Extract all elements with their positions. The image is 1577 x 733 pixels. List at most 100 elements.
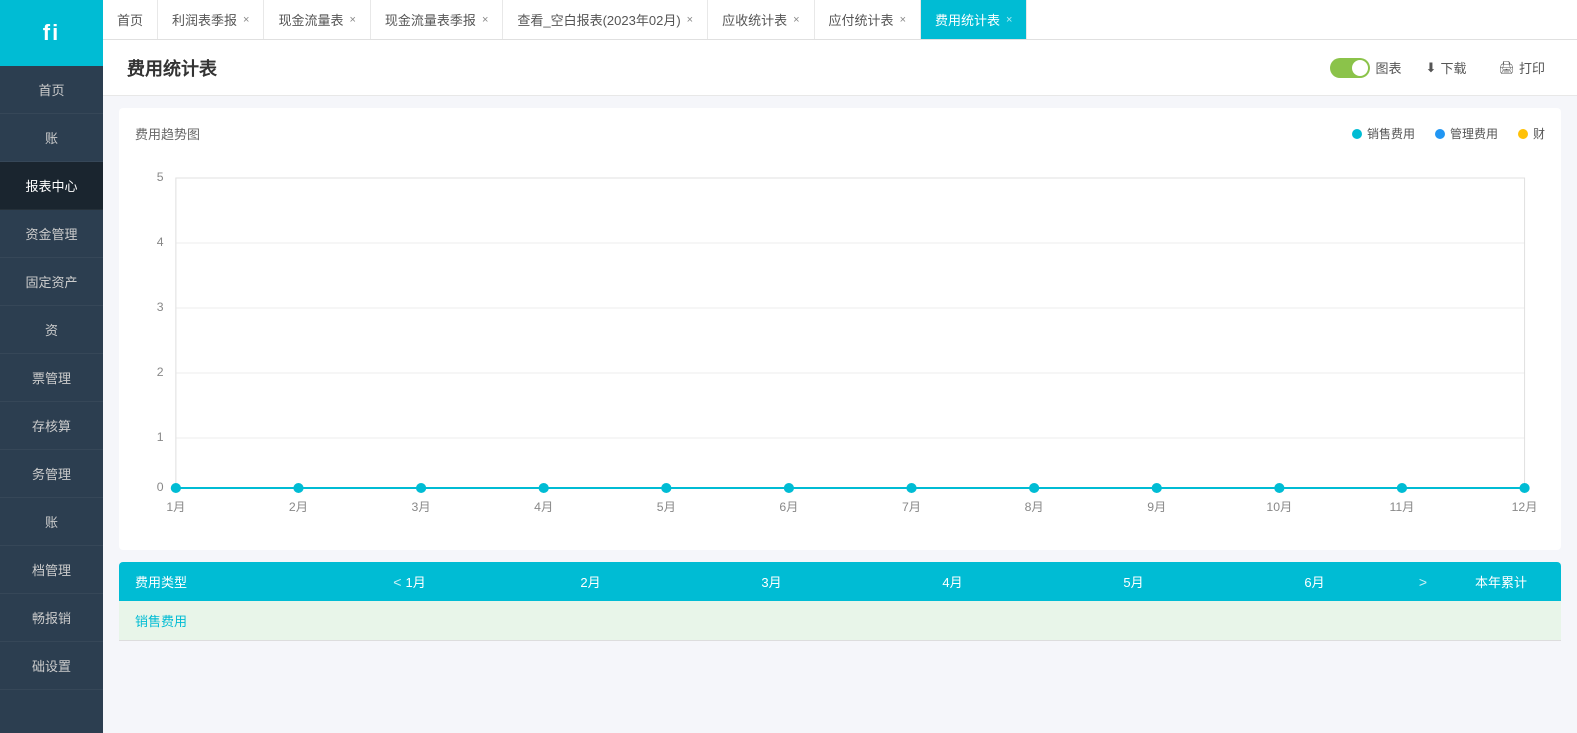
sidebar-item-file-mgmt[interactable]: 档管理 xyxy=(0,546,103,594)
chart-toggle-wrapper: 图表 xyxy=(1330,58,1402,78)
sidebar-item-base-settings[interactable]: 础设置 xyxy=(0,642,103,690)
svg-text:2月: 2月 xyxy=(289,500,308,514)
chart-dot xyxy=(661,483,671,493)
tab-cash-flow-label: 现金流量表 xyxy=(278,10,343,29)
sidebar-item-service-mgmt[interactable]: 务管理 xyxy=(0,450,103,498)
tab-expense-stats-close[interactable]: × xyxy=(1006,14,1012,26)
tab-cash-flow-close[interactable]: × xyxy=(349,14,355,26)
td-col2 xyxy=(500,601,681,640)
tab-cash-flow-quarterly-close[interactable]: × xyxy=(482,14,488,26)
chart-dot xyxy=(293,483,303,493)
chart-section: 费用趋势图 销售费用 管理费用 财 xyxy=(119,108,1561,550)
svg-text:4月: 4月 xyxy=(534,500,553,514)
chart-dot xyxy=(1029,483,1039,493)
chart-toggle[interactable] xyxy=(1330,58,1370,78)
svg-text:11月: 11月 xyxy=(1389,500,1414,514)
download-label: 下载 xyxy=(1440,58,1466,77)
th-next[interactable]: > xyxy=(1405,562,1441,601)
sidebar-item-fund-mgmt[interactable]: 资金管理 xyxy=(0,210,103,258)
chart-svg: 5 4 3 2 1 0 xyxy=(135,151,1545,531)
sidebar-item-investment[interactable]: 资 xyxy=(0,306,103,354)
tab-blank-report[interactable]: 查看_空白报表(2023年02月) × xyxy=(503,0,708,39)
th-col1: 1月 xyxy=(405,572,425,591)
td-cumulative xyxy=(1441,601,1561,640)
td-col5 xyxy=(1043,601,1224,640)
chart-dot xyxy=(1152,483,1162,493)
table-row: 销售费用 xyxy=(119,601,1561,641)
svg-text:7月: 7月 xyxy=(902,500,921,514)
download-button[interactable]: ⬇ 下载 xyxy=(1418,54,1475,81)
sidebar-item-fixed-assets[interactable]: 固定资产 xyxy=(0,258,103,306)
tab-expense-stats-label: 费用统计表 xyxy=(935,10,1000,29)
th-col4: 4月 xyxy=(862,562,1043,601)
sidebar-item-invoice-mgmt[interactable]: 票管理 xyxy=(0,354,103,402)
tab-blank-report-label: 查看_空白报表(2023年02月) xyxy=(517,10,680,29)
legend-label-sales: 销售费用 xyxy=(1367,125,1415,142)
tab-receivable-label: 应收统计表 xyxy=(722,10,787,29)
tab-profit-quarterly-close[interactable]: × xyxy=(243,14,249,26)
sidebar-item-inventory[interactable]: 存核算 xyxy=(0,402,103,450)
tab-cash-flow-quarterly-label: 现金流量表季报 xyxy=(385,10,476,29)
svg-text:5月: 5月 xyxy=(657,500,676,514)
svg-text:3月: 3月 xyxy=(412,500,431,514)
download-icon: ⬇ xyxy=(1426,60,1437,76)
next-arrow-icon[interactable]: > xyxy=(1419,574,1427,590)
sidebar-item-report-center[interactable]: 报表中心 xyxy=(0,162,103,210)
table-header-row: 费用类型 < 1月 2月 3月 4月 5月 6月 > 本年累计 xyxy=(119,562,1561,601)
print-icon: 🖨 xyxy=(1498,60,1515,76)
legend-dot-admin xyxy=(1435,129,1445,139)
chart-dot xyxy=(784,483,794,493)
tab-receivable[interactable]: 应收统计表 × xyxy=(708,0,814,39)
svg-text:10月: 10月 xyxy=(1266,500,1292,514)
th-col2: 2月 xyxy=(500,562,681,601)
sidebar-item-home[interactable]: 首页 xyxy=(0,66,103,114)
legend-label-admin: 管理费用 xyxy=(1450,125,1498,142)
tab-cash-flow[interactable]: 现金流量表 × xyxy=(264,0,370,39)
tab-payable-close[interactable]: × xyxy=(900,14,906,26)
chart-dot xyxy=(171,483,181,493)
th-col6: 6月 xyxy=(1224,562,1405,601)
legend-dot-sales xyxy=(1352,129,1362,139)
prev-arrow-icon[interactable]: < xyxy=(393,574,401,590)
td-col1 xyxy=(319,601,500,640)
tab-expense-stats[interactable]: 费用统计表 × xyxy=(921,0,1027,39)
td-col4 xyxy=(862,601,1043,640)
th-prev[interactable]: < 1月 xyxy=(319,562,500,601)
tab-receivable-close[interactable]: × xyxy=(793,14,799,26)
table-section: 费用类型 < 1月 2月 3月 4月 5月 6月 > 本年累计 销售费用 xyxy=(119,562,1561,641)
legend-label-finance: 财 xyxy=(1533,125,1545,142)
svg-text:12月: 12月 xyxy=(1512,500,1538,514)
tab-payable[interactable]: 应付统计表 × xyxy=(815,0,921,39)
chart-dot xyxy=(1397,483,1407,493)
print-button[interactable]: 🖨 打印 xyxy=(1490,54,1553,81)
svg-text:6月: 6月 xyxy=(779,500,798,514)
sidebar-item-ledger[interactable]: 账 xyxy=(0,114,103,162)
chart-legend: 销售费用 管理费用 财 xyxy=(1352,125,1545,142)
svg-text:4: 4 xyxy=(157,235,164,249)
chart-dot xyxy=(416,483,426,493)
page-title: 费用统计表 xyxy=(127,55,217,81)
chart-container: 5 4 3 2 1 0 xyxy=(135,151,1545,534)
tab-cash-flow-quarterly[interactable]: 现金流量表季报 × xyxy=(371,0,503,39)
header-actions: 图表 ⬇ 下载 🖨 打印 xyxy=(1330,54,1553,81)
tab-blank-report-close[interactable]: × xyxy=(687,14,693,26)
chart-dot xyxy=(1519,483,1529,493)
td-type: 销售费用 xyxy=(119,601,319,640)
content-area: 费用统计表 图表 ⬇ 下载 🖨 打印 费用趋势图 xyxy=(103,40,1577,733)
legend-dot-finance xyxy=(1518,129,1528,139)
svg-text:1: 1 xyxy=(157,430,164,444)
print-label: 打印 xyxy=(1519,58,1545,77)
svg-text:0: 0 xyxy=(157,480,164,494)
tab-home[interactable]: 首页 xyxy=(103,0,158,39)
th-col5: 5月 xyxy=(1043,562,1224,601)
svg-text:3: 3 xyxy=(157,300,164,314)
th-col3: 3月 xyxy=(681,562,862,601)
tab-home-label: 首页 xyxy=(117,10,143,29)
svg-text:2: 2 xyxy=(157,365,164,379)
chart-header: 费用趋势图 销售费用 管理费用 财 xyxy=(135,124,1545,143)
sidebar-item-sub-ledger[interactable]: 账 xyxy=(0,498,103,546)
svg-text:1月: 1月 xyxy=(166,500,185,514)
legend-item-finance: 财 xyxy=(1518,125,1545,142)
tab-profit-quarterly[interactable]: 利润表季报 × xyxy=(158,0,264,39)
sidebar-item-expense-write[interactable]: 畅报销 xyxy=(0,594,103,642)
